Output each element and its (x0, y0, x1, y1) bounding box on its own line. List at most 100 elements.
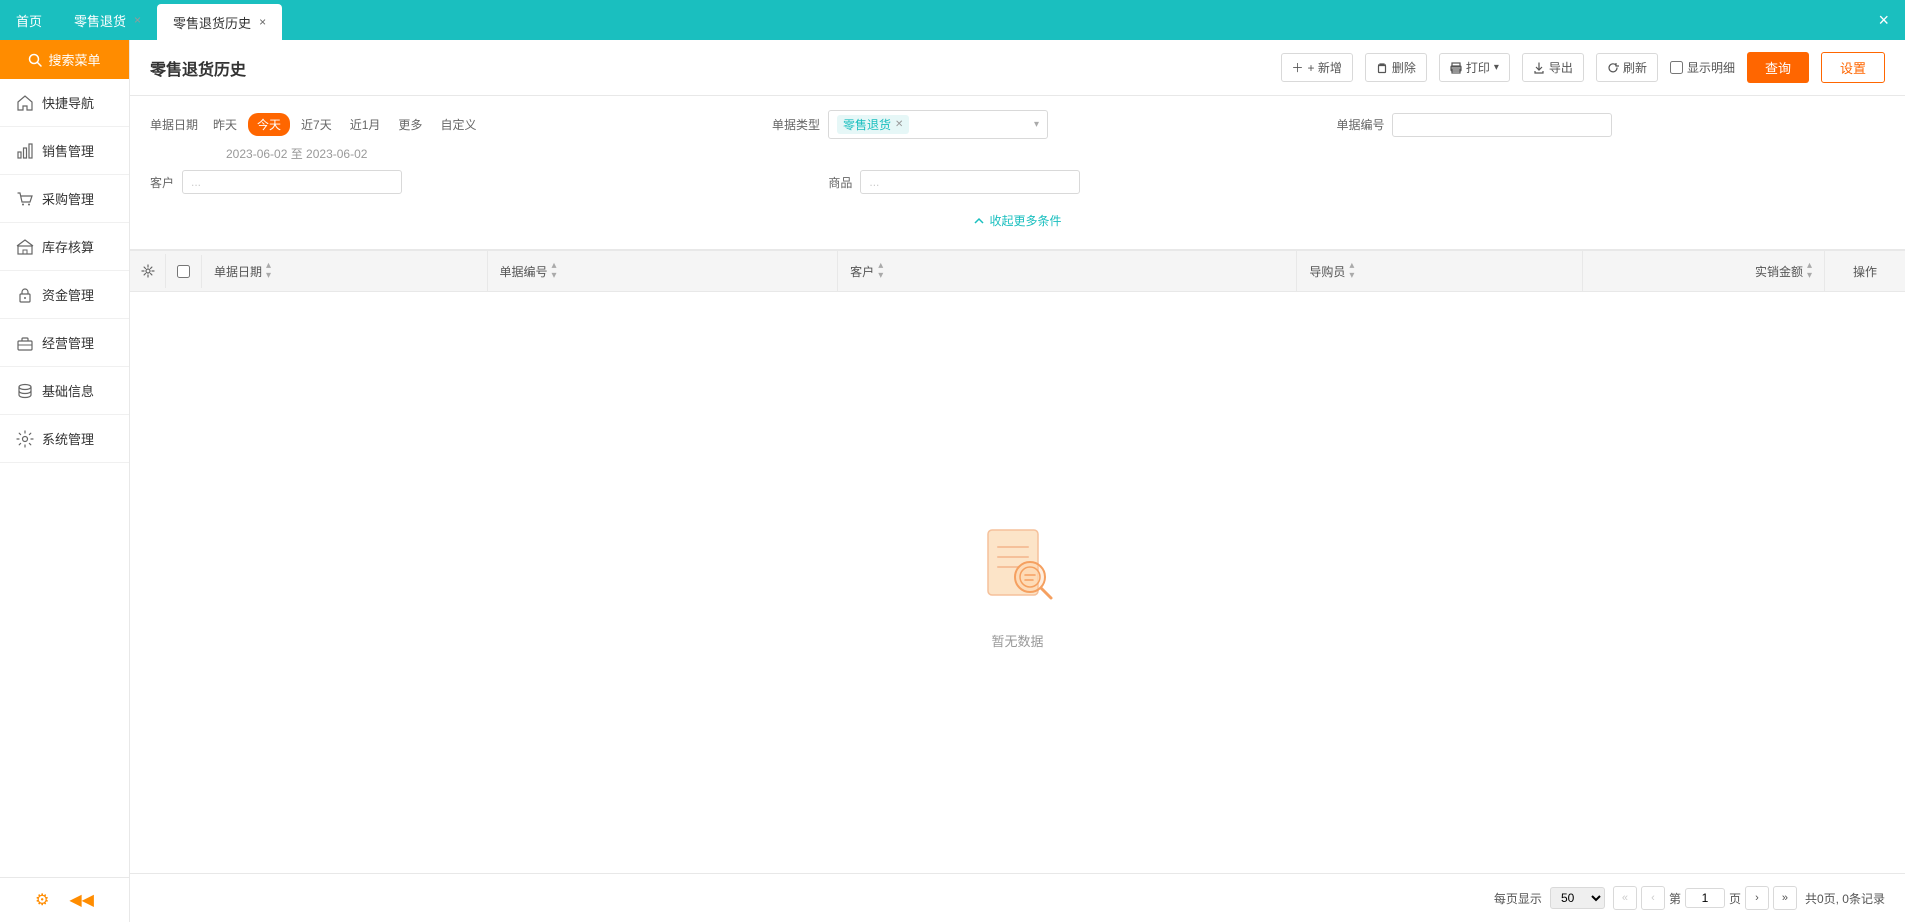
th-guide[interactable]: 导购员 ▴▾ (1297, 251, 1583, 291)
th-action: 操作 (1825, 253, 1905, 290)
refresh-button[interactable]: 刷新 (1596, 53, 1658, 82)
tab-home[interactable]: 首页 (0, 0, 58, 40)
lock-icon (16, 286, 34, 304)
th-bill-date[interactable]: 单据日期 ▴▾ (202, 251, 488, 291)
query-button[interactable]: 查询 (1747, 52, 1809, 83)
sidebar-item-basic-info[interactable]: 基础信息 (0, 367, 129, 415)
th-customer[interactable]: 客户 ▴▾ (838, 251, 1297, 291)
th-guide-label: 导购员 (1309, 263, 1345, 280)
th-action-label: 操作 (1853, 263, 1877, 280)
export-button[interactable]: 导出 (1522, 53, 1584, 82)
header-actions: ＋ + 新增 删除 打印 (1281, 52, 1886, 95)
column-settings-icon[interactable] (141, 264, 155, 278)
filter-customer: 客户 ... (150, 170, 402, 194)
customer-select[interactable]: ... (182, 170, 402, 194)
add-button[interactable]: ＋ + 新增 (1281, 53, 1353, 82)
page-last-btn[interactable]: » (1773, 886, 1797, 910)
collapse-more-btn[interactable]: 收起更多条件 (150, 206, 1885, 235)
refresh-icon (1607, 62, 1619, 74)
settings-icon (16, 430, 34, 448)
print-button[interactable]: 打印 ▾ (1439, 53, 1510, 82)
sidebar-item-sales-mgmt[interactable]: 销售管理 (0, 127, 129, 175)
sidebar-item-purchase-mgmt-label: 采购管理 (42, 189, 94, 208)
sidebar-search-label: 搜索菜单 (48, 50, 100, 69)
sidebar-item-inventory-label: 库存核算 (42, 237, 94, 256)
sidebar-search[interactable]: 搜索菜单 (0, 40, 129, 79)
add-icon: ＋ (1292, 59, 1304, 76)
search-icon (28, 53, 42, 67)
sidebar-item-sales-mgmt-label: 销售管理 (42, 141, 94, 160)
th-checkbox[interactable] (166, 255, 202, 288)
date-range-display: 2023-06-02 至 2023-06-02 (226, 145, 367, 162)
th-customer-label: 客户 (850, 263, 874, 280)
sort-bill-icon: ▴▾ (552, 261, 557, 281)
refresh-label: 刷新 (1623, 59, 1647, 76)
bill-number-input[interactable] (1392, 113, 1612, 137)
bill-date-label: 单据日期 (150, 116, 198, 133)
filter-bill-number: 单据编号 (1336, 113, 1612, 137)
page-input[interactable] (1685, 888, 1725, 908)
bill-type-tag-close[interactable]: ✕ (895, 119, 903, 130)
main-layout: 搜索菜单 快捷导航 销售管理 采购管理 (0, 40, 1905, 922)
bill-number-label: 单据编号 (1336, 116, 1384, 133)
th-bill-number[interactable]: 单据编号 ▴▾ (488, 251, 839, 291)
date-btn-7days[interactable]: 近7天 (294, 113, 339, 136)
filter-bill-date: 单据日期 昨天 今天 近7天 近1月 更多 自定义 (150, 113, 483, 136)
filter-goods: 商品 ... (828, 170, 1080, 194)
tab-retail-return-history-label: 零售退货历史 (173, 13, 251, 32)
delete-icon (1376, 62, 1388, 74)
sidebar-item-quick-nav[interactable]: 快捷导航 (0, 79, 129, 127)
sidebar-item-quick-nav-label: 快捷导航 (42, 93, 94, 112)
date-btn-yesterday[interactable]: 昨天 (206, 113, 244, 136)
window-close-button[interactable]: × (1862, 10, 1905, 31)
bill-type-select-text: 零售退货 ✕ (837, 115, 1034, 134)
sidebar-item-system-mgmt-label: 系统管理 (42, 429, 94, 448)
th-amount[interactable]: 实销金额 ▴▾ (1583, 251, 1825, 291)
bill-type-select[interactable]: 零售退货 ✕ ▾ (828, 110, 1048, 139)
table-header: 单据日期 ▴▾ 单据编号 ▴▾ 客户 ▴▾ (130, 250, 1905, 292)
goods-select[interactable]: ... (860, 170, 1080, 194)
warehouse-icon (16, 238, 34, 256)
chart-icon (16, 142, 34, 160)
show-detail-checkbox-label[interactable]: 显示明细 (1670, 59, 1735, 76)
th-amount-label: 实销金额 (1755, 263, 1803, 280)
date-btn-today[interactable]: 今天 (248, 113, 290, 136)
per-page-select[interactable]: 50 20 100 (1550, 887, 1605, 909)
tab-retail-return-history-close[interactable]: × (259, 15, 266, 29)
set-button[interactable]: 设置 (1821, 52, 1885, 83)
delete-label: 删除 (1392, 59, 1416, 76)
page-next-btn[interactable]: › (1745, 886, 1769, 910)
th-settings[interactable] (130, 254, 166, 288)
sidebar-volume-icon[interactable]: ◀◀ (69, 890, 94, 910)
filter-row-date-range: 2023-06-02 至 2023-06-02 (150, 143, 1885, 162)
show-detail-checkbox[interactable] (1670, 61, 1683, 74)
current-page-label: 第 (1669, 890, 1681, 907)
date-btn-custom[interactable]: 自定义 (433, 113, 483, 136)
bill-type-label: 单据类型 (772, 116, 820, 133)
sidebar-item-inventory[interactable]: 库存核算 (0, 223, 129, 271)
sidebar-item-operations[interactable]: 经营管理 (0, 319, 129, 367)
sidebar-item-purchase-mgmt[interactable]: 采购管理 (0, 175, 129, 223)
tab-retail-return[interactable]: 零售退货 × (58, 0, 157, 40)
sidebar-item-operations-label: 经营管理 (42, 333, 94, 352)
tab-retail-return-history[interactable]: 零售退货历史 × (157, 4, 282, 40)
select-all-checkbox[interactable] (177, 265, 190, 278)
page-first-btn[interactable]: « (1613, 886, 1637, 910)
sidebar-settings-icon[interactable]: ⚙ (35, 890, 49, 910)
page-prev-btn[interactable]: ‹ (1641, 886, 1665, 910)
tab-retail-return-close[interactable]: × (134, 13, 141, 27)
add-label: + 新增 (1308, 59, 1342, 76)
empty-illustration (968, 515, 1068, 615)
filter-area: 单据日期 昨天 今天 近7天 近1月 更多 自定义 单据类型 (130, 96, 1905, 250)
sort-date-icon: ▴▾ (266, 261, 271, 281)
database-icon (16, 382, 34, 400)
sidebar: 搜索菜单 快捷导航 销售管理 采购管理 (0, 40, 130, 922)
date-btn-1month[interactable]: 近1月 (343, 113, 388, 136)
sidebar-item-finance[interactable]: 资金管理 (0, 271, 129, 319)
total-info: 共0页, 0条记录 (1805, 890, 1885, 907)
delete-button[interactable]: 删除 (1365, 53, 1427, 82)
empty-state: 暂无数据 (130, 292, 1905, 873)
date-btn-more[interactable]: 更多 (391, 113, 429, 136)
table-area: 单据日期 ▴▾ 单据编号 ▴▾ 客户 ▴▾ (130, 250, 1905, 873)
sidebar-item-system-mgmt[interactable]: 系统管理 (0, 415, 129, 463)
